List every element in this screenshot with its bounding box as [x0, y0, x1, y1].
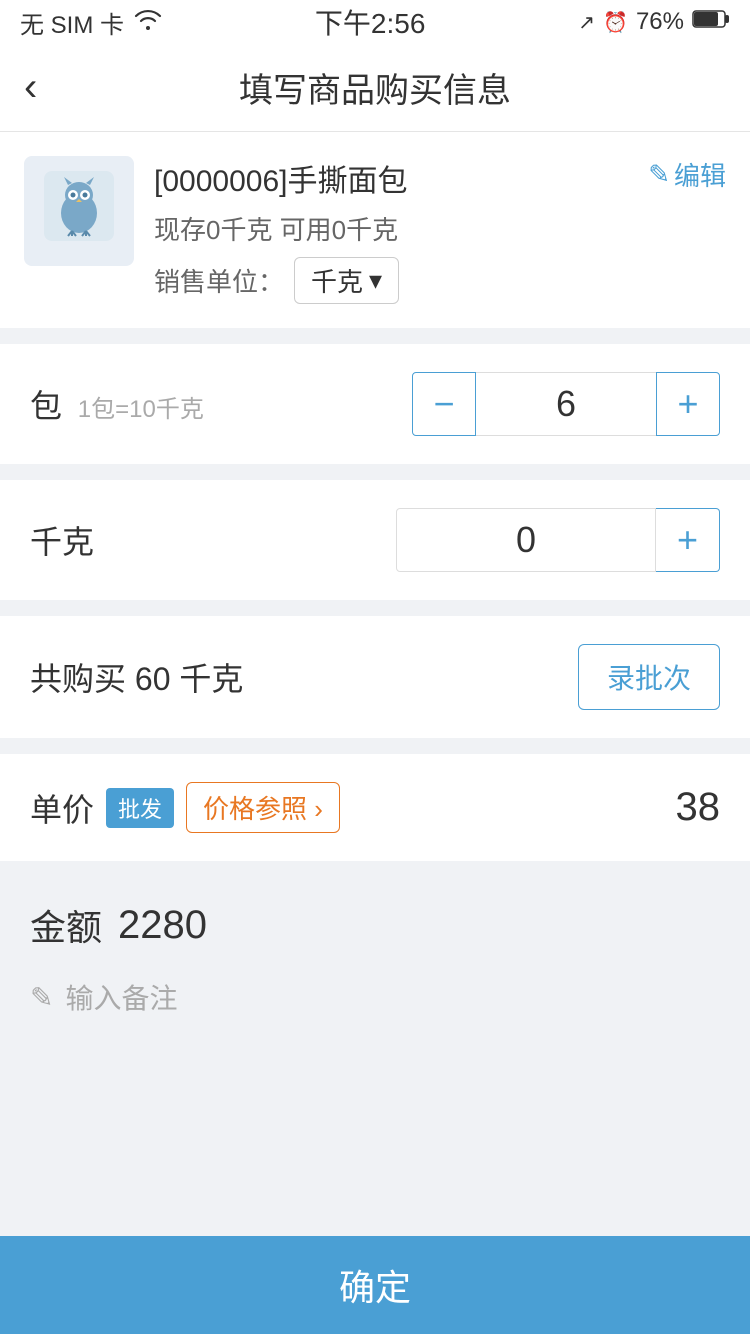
unit-label: 销售单位：: [154, 262, 284, 299]
bao-label-group: 包 1包=10千克: [30, 381, 204, 427]
product-card: [0000006]手撕面包 现存0千克 可用0千克 销售单位： 千克 ▾ ✎ 编…: [0, 132, 750, 328]
product-info: [0000006]手撕面包 现存0千克 可用0千克 销售单位： 千克 ▾: [154, 156, 628, 304]
unit-select[interactable]: 千克 ▾: [294, 257, 399, 304]
edit-icon: ✎: [648, 159, 670, 190]
product-unit-row: 销售单位： 千克 ▾: [154, 257, 628, 304]
kg-plus-button[interactable]: +: [656, 508, 720, 572]
back-button[interactable]: ‹: [24, 65, 37, 110]
product-name: [0000006]手撕面包: [154, 156, 628, 200]
kg-qty-input[interactable]: [396, 508, 656, 572]
wifi-icon: [134, 8, 162, 37]
summary-section: 共购买 60 千克 录批次: [0, 616, 750, 738]
summary-text: 共购买 60 千克: [30, 654, 243, 700]
amount-label: 金额: [30, 899, 102, 951]
price-label: 单价: [30, 785, 94, 831]
price-row: 单价 批发 价格参照 › 38: [0, 754, 750, 861]
edit-button[interactable]: ✎ 编辑: [648, 156, 726, 193]
alarm-icon: ⏰: [603, 10, 628, 35]
bottom-spacer: [0, 1045, 750, 1155]
status-bar: 无 SIM 卡 下午2:56 ↗ ⏰ 76%: [0, 0, 750, 44]
bao-section: 包 1包=10千克 − +: [0, 344, 750, 464]
battery-label: 76%: [636, 8, 684, 36]
price-ref-button[interactable]: 价格参照 ›: [186, 782, 340, 833]
bao-label: 包: [30, 388, 62, 424]
kg-label-group: 千克: [30, 517, 94, 563]
bao-row: 包 1包=10千克 − +: [0, 344, 750, 464]
bao-plus-button[interactable]: +: [656, 372, 720, 436]
note-row[interactable]: ✎ 输入备注: [30, 961, 720, 1045]
kg-row: 千克 +: [0, 480, 750, 600]
status-right: ↗ ⏰ 76%: [578, 8, 730, 36]
battery-icon: [692, 8, 730, 36]
confirm-button[interactable]: 确定: [0, 1236, 750, 1334]
confirm-label: 确定: [339, 1259, 411, 1311]
kg-section: 千克 +: [0, 480, 750, 600]
amount-section: 金额 2280 ✎ 输入备注: [0, 861, 750, 1045]
note-placeholder: 输入备注: [65, 977, 177, 1017]
nav-bar: ‹ 填写商品购买信息: [0, 44, 750, 132]
amount-row: 金额 2280: [30, 889, 720, 961]
product-thumbnail: [24, 156, 134, 266]
bao-minus-button[interactable]: −: [412, 372, 476, 436]
product-stock: 现存0千克 可用0千克: [154, 210, 628, 247]
price-tag: 批发: [106, 788, 174, 828]
price-label-group: 单价 批发 价格参照 ›: [30, 782, 340, 833]
kg-label: 千克: [30, 524, 94, 560]
product-logo: [44, 171, 114, 251]
status-left: 无 SIM 卡: [20, 5, 162, 40]
edit-label: 编辑: [674, 156, 726, 193]
kg-qty-control: +: [396, 508, 720, 572]
chevron-down-icon: ▾: [369, 265, 382, 296]
page-title: 填写商品购买信息: [239, 63, 511, 112]
bao-qty-input[interactable]: [476, 372, 656, 436]
location-icon: ↗: [578, 10, 595, 35]
sim-label: 无 SIM 卡: [20, 5, 124, 40]
price-section: 单价 批发 价格参照 › 38: [0, 754, 750, 861]
batch-button[interactable]: 录批次: [578, 644, 720, 710]
amount-value: 2280: [118, 903, 207, 948]
price-value: 38: [676, 785, 721, 830]
bao-sublabel: 1包=10千克: [78, 396, 204, 423]
status-time: 下午2:56: [315, 2, 426, 42]
pencil-icon: ✎: [30, 981, 53, 1014]
unit-value: 千克: [311, 262, 363, 299]
bao-qty-control: − +: [412, 372, 720, 436]
